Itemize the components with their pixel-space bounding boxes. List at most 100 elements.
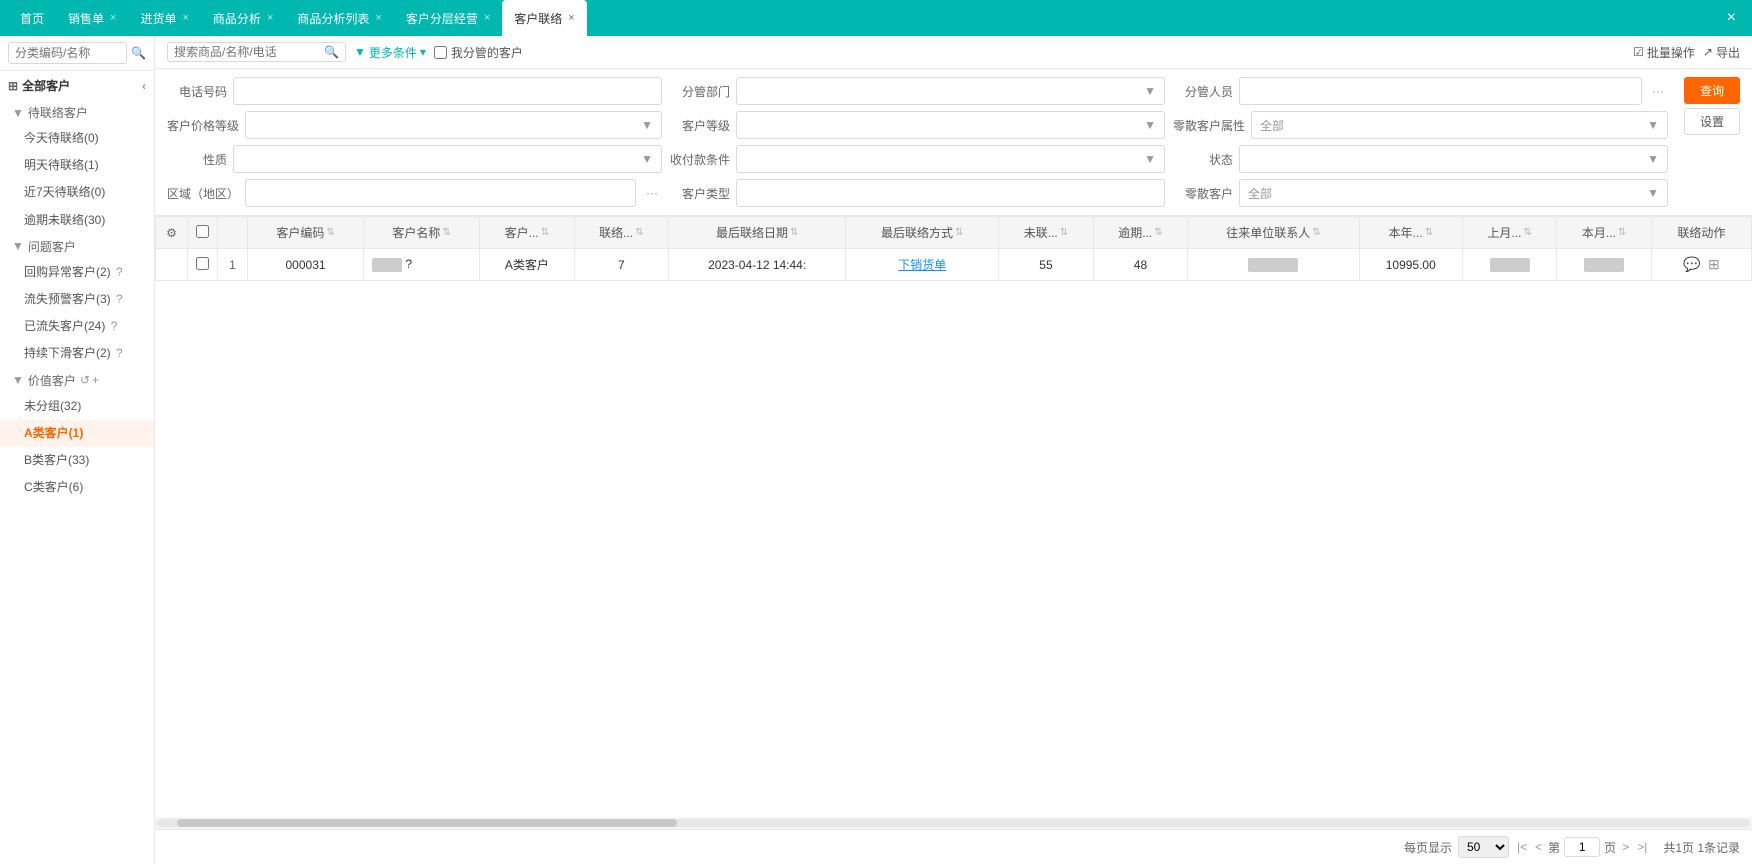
filter-row-2: 客户价格等级 ▼ 客户等级 ▼ <box>167 111 1668 139</box>
sidebar-item-declining[interactable]: 持续下滑客户(2) ? <box>0 340 154 367</box>
nav-sales[interactable]: 销售单 × <box>56 0 128 36</box>
th-checkbox[interactable] <box>188 217 218 249</box>
close-customer-tier-tab[interactable]: × <box>484 12 490 24</box>
query-btn[interactable]: 查询 <box>1684 77 1740 104</box>
masked-last-month <box>1490 258 1530 272</box>
more-filter-btn[interactable]: ▼ 更多条件 ▾ <box>354 44 426 61</box>
person-dots-btn[interactable]: ··· <box>1648 84 1668 98</box>
sidebar-item-ungrouped[interactable]: 未分组(32) <box>0 393 154 420</box>
export-btn[interactable]: ↗ 导出 <box>1703 44 1740 61</box>
nav-customer-contact[interactable]: 客户联络 × <box>502 0 586 36</box>
region-dots-btn[interactable]: ··· <box>642 186 662 200</box>
th-overdue[interactable]: 逾期... ⇅ <box>1093 217 1188 249</box>
group-problem-customers[interactable]: ▼ 问题客户 <box>0 234 154 259</box>
th-settings[interactable]: ⚙ <box>156 217 188 249</box>
page-input[interactable] <box>1564 837 1600 857</box>
search-btn-icon[interactable]: 🔍 <box>324 45 339 59</box>
close-all-tabs[interactable]: × <box>1719 9 1744 27</box>
last-page-btn[interactable]: >| <box>1635 840 1649 854</box>
nav-purchase[interactable]: 进货单 × <box>128 0 200 36</box>
row-checkbox[interactable] <box>196 257 209 270</box>
prev-page-btn[interactable]: < <box>1533 840 1544 854</box>
collapse-sidebar-icon[interactable]: ‹ <box>142 79 146 93</box>
sort-method-icon: ⇅ <box>955 227 963 238</box>
reload-icon[interactable]: ↺ <box>80 373 90 387</box>
nav-home[interactable]: 首页 <box>8 0 56 36</box>
sort-date-icon: ⇅ <box>790 227 798 238</box>
status-arrow: ▼ <box>1647 152 1659 166</box>
all-customers-header[interactable]: ⊞ 全部客户 ‹ <box>0 71 154 100</box>
row-last-method-cell[interactable]: 下销货单 <box>846 249 999 281</box>
qr-action-icon[interactable]: ⊞ <box>1708 256 1720 272</box>
th-this-month[interactable]: 本月... ⇅ <box>1557 217 1652 249</box>
filter-person-input[interactable] <box>1239 77 1642 105</box>
close-analysis-tab[interactable]: × <box>267 12 273 24</box>
filter-region-input[interactable] <box>245 179 636 207</box>
group-value-customers[interactable]: ▼ 价值客户 ↺ + <box>0 368 154 393</box>
th-contact[interactable]: 联络... ⇅ <box>574 217 669 249</box>
th-not-contacted[interactable]: 未联... ⇅ <box>999 217 1094 249</box>
filter-dept-select[interactable]: ▼ <box>736 77 1165 105</box>
search-input[interactable] <box>174 45 324 59</box>
filter-price-grade-select[interactable]: ▼ <box>245 111 662 139</box>
nav-analysis[interactable]: 商品分析 × <box>201 0 285 36</box>
th-last-month[interactable]: 上月... ⇅ <box>1462 217 1557 249</box>
per-page-select[interactable]: 50 100 200 <box>1458 836 1509 858</box>
close-purchase-tab[interactable]: × <box>182 12 188 24</box>
settings-gear-icon[interactable]: ⚙ <box>166 226 177 240</box>
filter-payment-select[interactable]: ▼ <box>736 145 1165 173</box>
sidebar-item-today-contact[interactable]: 今天待联络(0) <box>0 125 154 152</box>
horizontal-scrollbar[interactable] <box>155 817 1752 829</box>
scrollbar-thumb[interactable] <box>177 819 677 827</box>
close-analysis-list-tab[interactable]: × <box>375 12 381 24</box>
filter-customer-grade-label: 客户等级 <box>670 117 730 134</box>
help-icon-1[interactable]: ? <box>116 292 123 306</box>
search-wrap: 🔍 <box>167 42 346 62</box>
th-customer-type[interactable]: 客户... ⇅ <box>480 217 575 249</box>
sidebar-item-overdue-contact[interactable]: 逾期未联络(30) <box>0 207 154 234</box>
close-customer-contact-tab[interactable]: × <box>568 12 574 24</box>
filter-nature-select[interactable]: ▼ <box>233 145 662 173</box>
filter-retail-select[interactable]: 全部 ▼ <box>1239 179 1668 207</box>
select-all-checkbox[interactable] <box>196 225 209 238</box>
th-last-contact-method[interactable]: 最后联络方式 ⇅ <box>846 217 999 249</box>
customer-grade-arrow: ▼ <box>1144 118 1156 132</box>
sidebar-item-repurchase-anomaly[interactable]: 回购异常客户(2) ? <box>0 259 154 286</box>
chat-action-icon[interactable]: 💬 <box>1683 256 1700 272</box>
sidebar-item-class-a[interactable]: A类客户(1) <box>0 420 154 447</box>
sidebar-item-churned[interactable]: 已流失客户(24) ? <box>0 313 154 340</box>
sidebar-search-icon[interactable]: 🔍 <box>131 46 146 60</box>
row-code-cell[interactable]: 000031 <box>248 249 364 281</box>
sidebar-search-input[interactable] <box>8 42 127 64</box>
help-icon-3[interactable]: ? <box>116 346 123 360</box>
filter-customer-grade-select[interactable]: ▼ <box>736 111 1165 139</box>
batch-op-btn[interactable]: ☑ 批量操作 <box>1633 44 1695 61</box>
th-last-contact-date[interactable]: 最后联络日期 ⇅ <box>669 217 846 249</box>
first-page-btn[interactable]: |< <box>1515 840 1529 854</box>
my-customer-check[interactable]: 我分管的客户 <box>434 44 523 61</box>
group-pending-contact[interactable]: ▼ 待联络客户 <box>0 100 154 125</box>
th-customer-name[interactable]: 客户名称 ⇅ <box>364 217 480 249</box>
sidebar-item-churn-warning[interactable]: 流失预警客户(3) ? <box>0 286 154 313</box>
sidebar-item-tomorrow-contact[interactable]: 明天待联络(1) <box>0 152 154 179</box>
th-unit-contact[interactable]: 往来单位联系人 ⇅ <box>1188 217 1359 249</box>
nav-analysis-list[interactable]: 商品分析列表 × <box>285 0 393 36</box>
my-customer-checkbox[interactable] <box>434 46 447 59</box>
close-sales-tab[interactable]: × <box>110 12 116 24</box>
filter-retail-attr-select[interactable]: 全部 ▼ <box>1251 111 1668 139</box>
sidebar-item-class-c[interactable]: C类客户(6) <box>0 474 154 501</box>
sidebar-item-class-b[interactable]: B类客户(33) <box>0 447 154 474</box>
help-icon-2[interactable]: ? <box>111 319 118 333</box>
nav-customer-tier[interactable]: 客户分层经营 × <box>394 0 502 36</box>
filter-customer-type-input[interactable] <box>736 179 1165 207</box>
help-icon-0[interactable]: ? <box>116 265 123 279</box>
th-this-year[interactable]: 本年... ⇅ <box>1359 217 1462 249</box>
add-group-icon[interactable]: + <box>92 373 99 387</box>
sidebar-item-7day-contact[interactable]: 近7天待联络(0) <box>0 179 154 206</box>
filter-phone-input[interactable] <box>233 77 662 105</box>
settings-btn[interactable]: 设置 <box>1684 108 1740 135</box>
th-customer-code[interactable]: 客户编码 ⇅ <box>248 217 364 249</box>
row-checkbox-cell[interactable] <box>188 249 218 281</box>
filter-status-select[interactable]: ▼ <box>1239 145 1668 173</box>
next-page-btn[interactable]: > <box>1620 840 1631 854</box>
